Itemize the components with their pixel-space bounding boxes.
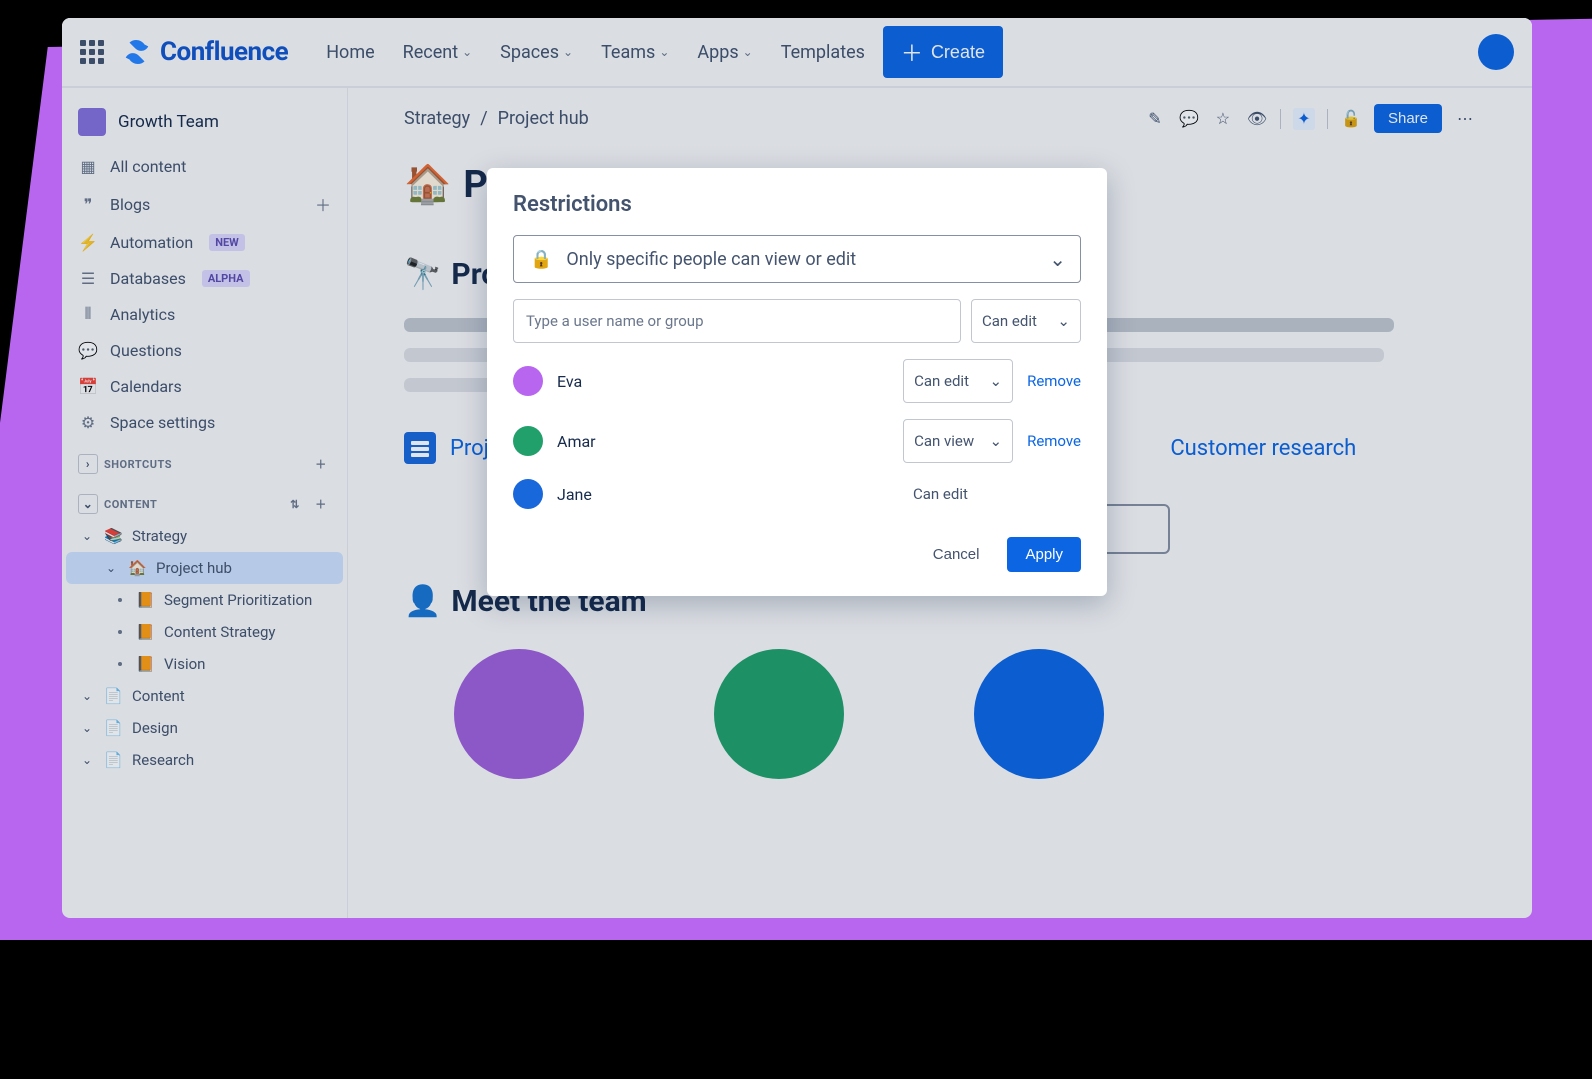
apply-button[interactable]: Apply xyxy=(1007,537,1081,572)
user-name: Jane xyxy=(557,485,889,504)
lock-icon: 🔒 xyxy=(530,249,552,270)
user-row-amar: Amar Can view⌄ Remove xyxy=(513,419,1081,463)
remove-user-link[interactable]: Remove xyxy=(1027,372,1081,390)
user-avatar xyxy=(513,479,543,509)
restriction-mode-label: Only specific people can view or edit xyxy=(566,249,856,270)
user-search-placeholder: Type a user name or group xyxy=(526,312,704,330)
chevron-down-icon: ⌄ xyxy=(990,372,1003,390)
chevron-down-icon: ⌄ xyxy=(990,432,1003,450)
user-row-eva: Eva Can edit⌄ Remove xyxy=(513,359,1081,403)
user-name: Eva xyxy=(557,372,889,391)
user-avatar xyxy=(513,426,543,456)
permission-select[interactable]: Can view⌄ xyxy=(903,419,1013,463)
user-name: Amar xyxy=(557,432,889,451)
restriction-mode-select[interactable]: 🔒 Only specific people can view or edit xyxy=(513,235,1081,283)
app-window: Confluence Home Recent⌄ Spaces⌄ Teams⌄ A… xyxy=(62,18,1532,918)
user-search-input[interactable]: Type a user name or group xyxy=(513,299,961,343)
default-permission-select[interactable]: Can edit ⌄ xyxy=(971,299,1081,343)
restrictions-modal: Restrictions 🔒 Only specific people can … xyxy=(487,168,1107,596)
permission-readonly: Can edit xyxy=(903,485,1013,503)
user-row-jane: Jane Can edit xyxy=(513,479,1081,509)
remove-user-link[interactable]: Remove xyxy=(1027,432,1081,450)
permission-select[interactable]: Can edit⌄ xyxy=(903,359,1013,403)
user-avatar xyxy=(513,366,543,396)
cancel-button[interactable]: Cancel xyxy=(919,537,994,572)
modal-title: Restrictions xyxy=(513,192,1081,217)
chevron-down-icon: ⌄ xyxy=(1057,312,1070,330)
